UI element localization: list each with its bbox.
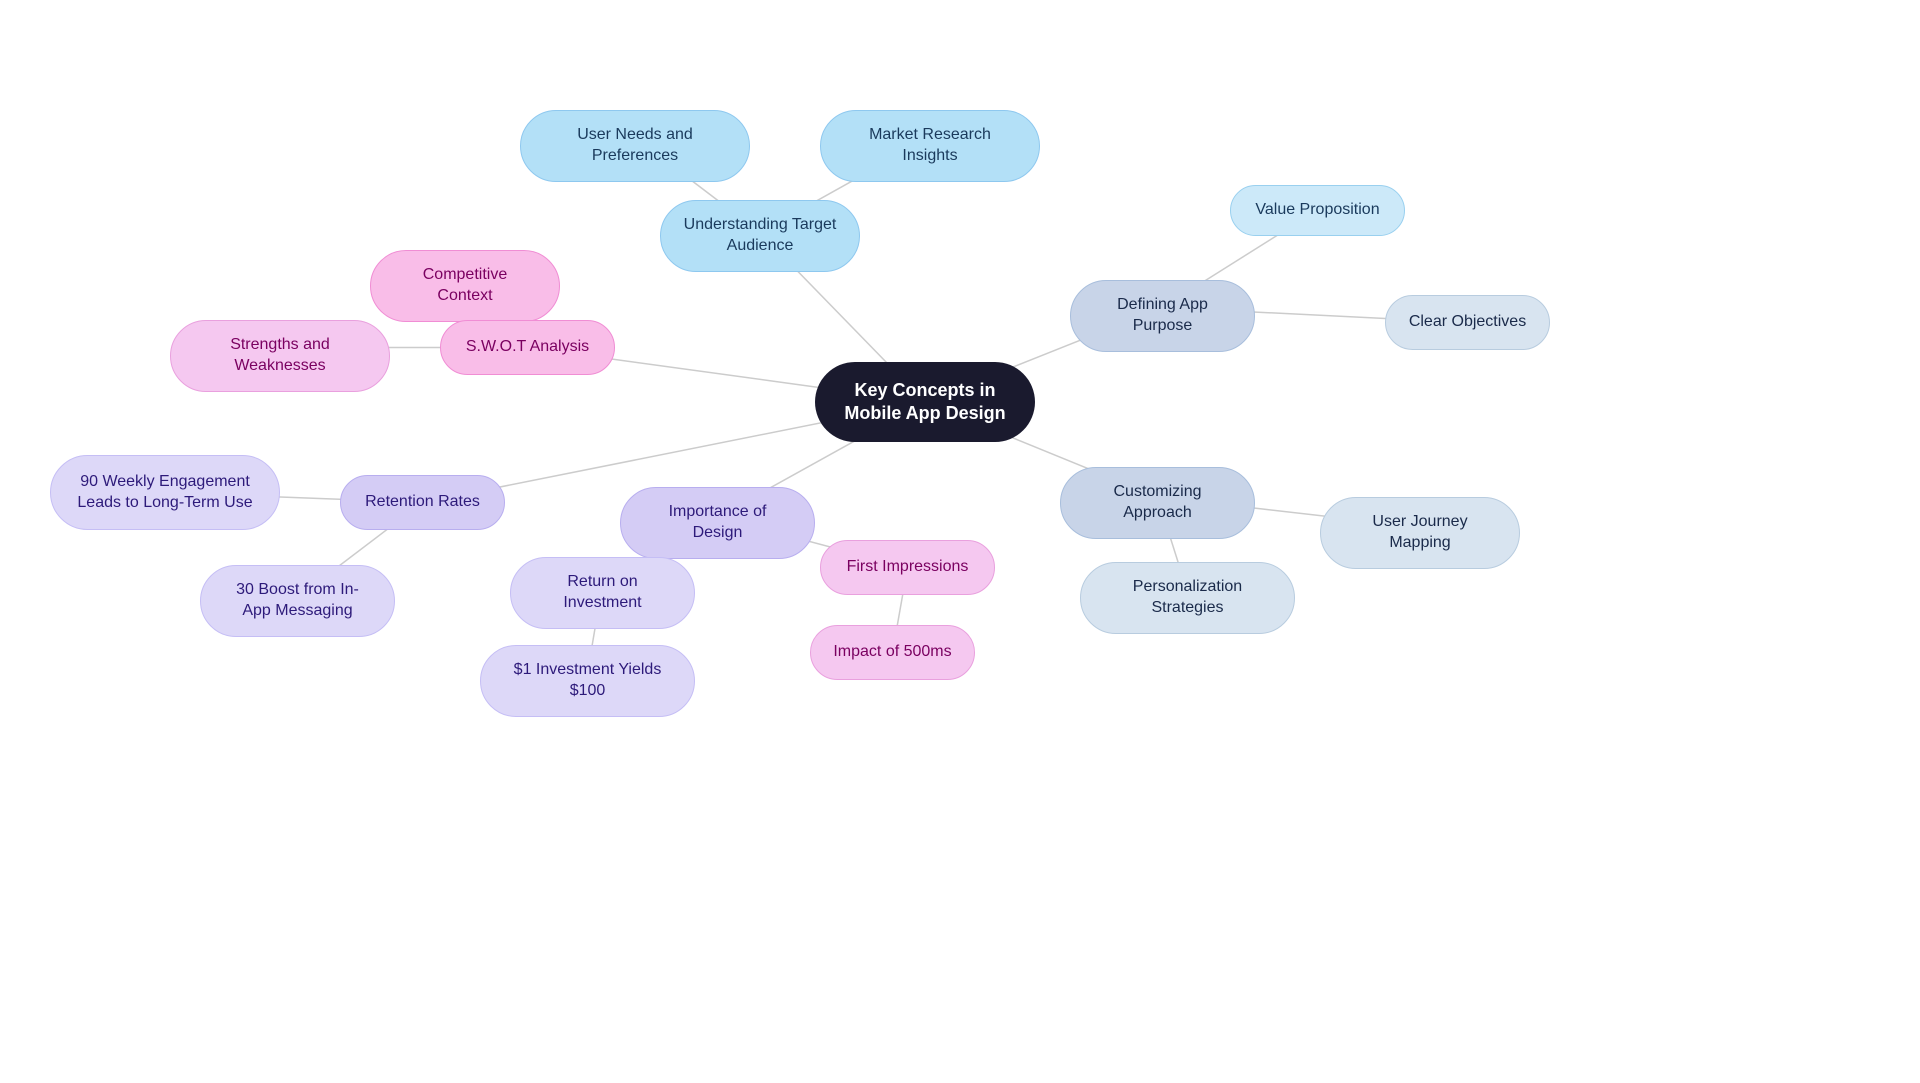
mindmap-container: Key Concepts in Mobile App Design User Ne… [0, 0, 1920, 1083]
node-defining-app[interactable]: Defining App Purpose [1070, 280, 1255, 352]
node-importance-design[interactable]: Importance of Design [620, 487, 815, 559]
center-node[interactable]: Key Concepts in Mobile App Design [815, 362, 1035, 442]
node-market-research[interactable]: Market Research Insights [820, 110, 1040, 182]
node-first-impressions[interactable]: First Impressions [820, 540, 995, 595]
node-personalization[interactable]: Personalization Strategies [1080, 562, 1295, 634]
node-roi[interactable]: Return on Investment [510, 557, 695, 629]
node-strengths-weaknesses[interactable]: Strengths and Weaknesses [170, 320, 390, 392]
node-investment-yields[interactable]: $1 Investment Yields $100 [480, 645, 695, 717]
node-boost-messaging[interactable]: 30 Boost from In-App Messaging [200, 565, 395, 637]
node-weekly-engagement[interactable]: 90 Weekly Engagement Leads to Long-Term … [50, 455, 280, 530]
node-competitive-context[interactable]: Competitive Context [370, 250, 560, 322]
node-retention-rates[interactable]: Retention Rates [340, 475, 505, 530]
node-target-audience[interactable]: Understanding Target Audience [660, 200, 860, 272]
node-customizing[interactable]: Customizing Approach [1060, 467, 1255, 539]
node-user-needs[interactable]: User Needs and Preferences [520, 110, 750, 182]
node-user-journey[interactable]: User Journey Mapping [1320, 497, 1520, 569]
node-value-prop[interactable]: Value Proposition [1230, 185, 1405, 236]
node-impact-500ms[interactable]: Impact of 500ms [810, 625, 975, 680]
node-swot[interactable]: S.W.O.T Analysis [440, 320, 615, 375]
node-clear-objectives[interactable]: Clear Objectives [1385, 295, 1550, 350]
